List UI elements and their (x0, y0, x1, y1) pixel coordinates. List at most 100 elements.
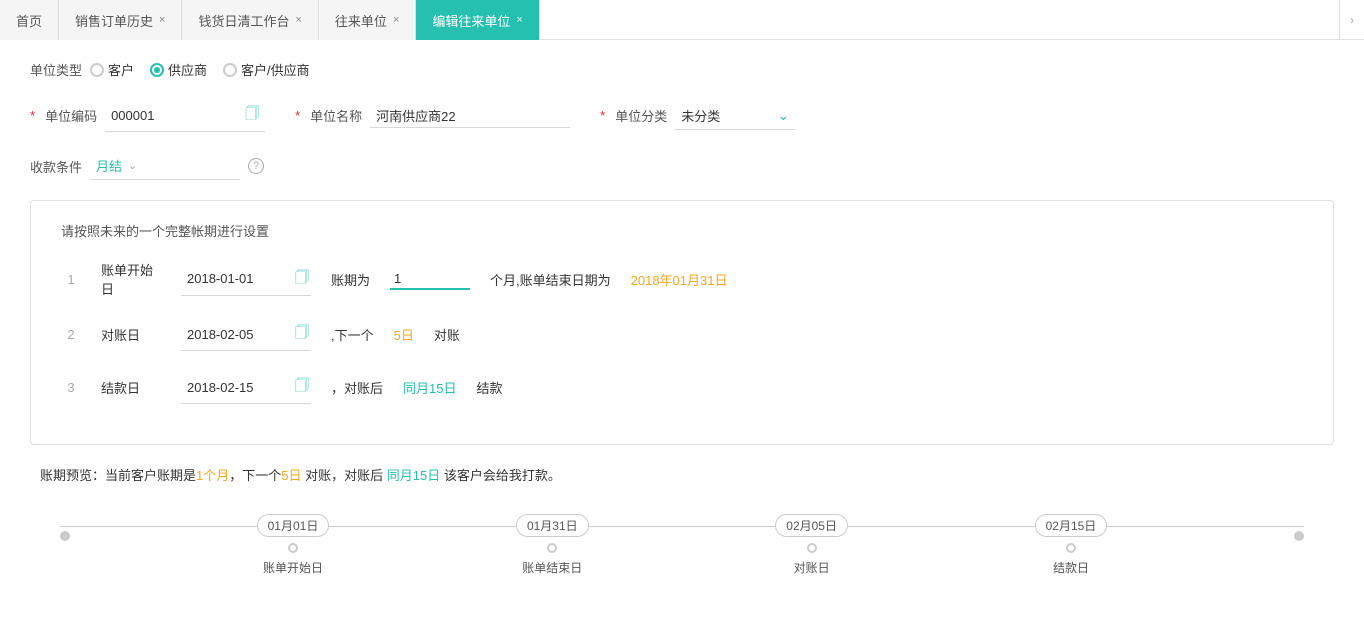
preview-orange2: 5日 (281, 468, 301, 483)
timeline-point-1: 01月01日 账单开始日 (257, 514, 330, 576)
period-num-1: 1 (61, 272, 81, 287)
unit-code-group: * 单位编码 🗍 (30, 99, 265, 132)
period-cal-icon-2[interactable]: 🗍 (295, 322, 309, 346)
tab-partner-label: 往来单位 (335, 11, 387, 30)
tab-partner[interactable]: 往来单位 × (319, 0, 416, 40)
unit-name-label: 单位名称 (310, 106, 362, 125)
unit-code-star: * (30, 108, 35, 123)
preview-comma1: ， (229, 468, 242, 483)
period-num-2: 2 (61, 327, 81, 342)
preview-label2: 下一个 (242, 468, 281, 483)
radio-customer[interactable]: 客户 (90, 60, 134, 79)
period-cal-icon-3[interactable]: 🗍 (295, 375, 309, 399)
radio-customer-supplier-circle (223, 63, 237, 77)
period-date-input-3[interactable] (187, 380, 287, 395)
period-date-1: 🗍 (181, 263, 311, 296)
period-row2-orange: 5日 (394, 325, 414, 344)
timeline-container: 01月01日 账单开始日 01月31日 账单结束日 02月05日 对账日 02月… (30, 504, 1334, 606)
payment-term-arrow: ⌄ (128, 159, 137, 172)
tab-sales-history[interactable]: 销售订单历史 × (59, 0, 182, 40)
tab-bar: 首页 销售订单历史 × 钱货日清工作台 × 往来单位 × 编辑往来单位 × › (0, 0, 1364, 40)
unit-class-dropdown[interactable]: 未分类 ⌄ (675, 102, 795, 130)
main-content: 单位类型 客户 供应商 客户/供应商 * 单位编码 (0, 40, 1364, 626)
radio-supplier-circle (150, 63, 164, 77)
period-row3-teal: 同月15日 (403, 378, 456, 397)
radio-customer-label: 客户 (108, 60, 134, 79)
unit-name-input[interactable] (370, 104, 570, 128)
period-date-3: 🗍 (181, 371, 311, 404)
unit-name-star: * (295, 108, 300, 123)
unit-class-label: 单位分类 (615, 106, 667, 125)
unit-code-icon[interactable]: 🗍 (245, 103, 259, 127)
tab-home[interactable]: 首页 (0, 0, 59, 40)
unit-code-input[interactable] (111, 108, 241, 123)
period-date-input-1[interactable] (187, 271, 287, 286)
period-title: 请按照未来的一个完整帐期进行设置 (61, 221, 1303, 240)
payment-term-label: 收款条件 (30, 157, 82, 176)
tab-edit-partner-label: 编辑往来单位 (432, 11, 510, 30)
payment-term-help[interactable]: ? (248, 158, 264, 174)
unit-class-group: * 单位分类 未分类 ⌄ (600, 102, 795, 130)
period-row-1: 1 账单开始日 🗍 账期为 个月,账单结束日期为 2018年01月31日 (61, 260, 1303, 298)
period-for-unit: 个月,账单结束日期为 (490, 270, 611, 289)
period-date-input-2[interactable] (187, 327, 287, 342)
radio-group: 客户 供应商 客户/供应商 (90, 60, 310, 79)
period-for-input[interactable] (390, 269, 470, 290)
period-row-3: 3 结款日 🗍 ，对账后 同月15日 结款 (61, 371, 1303, 404)
timeline-dot-1 (288, 543, 298, 553)
period-for-label: 账期为 (331, 270, 370, 289)
timeline-dot-2 (547, 543, 557, 553)
tab-partner-close[interactable]: × (393, 14, 399, 26)
radio-customer-supplier-label: 客户/供应商 (241, 60, 310, 79)
payment-term-dropdown[interactable]: 月结 ⌄ (90, 152, 240, 180)
preview-teal: 同月15日 (387, 468, 440, 483)
tab-cashflow-close[interactable]: × (295, 14, 301, 26)
tab-edit-partner-close[interactable]: × (516, 14, 522, 26)
timeline-dot-4 (1066, 543, 1076, 553)
preview-middle: 对账，对账后 (302, 468, 387, 483)
period-row-2: 2 对账日 🗍 ,下一个 5日 对账 (61, 318, 1303, 351)
timeline-dot-3 (807, 543, 817, 553)
unit-class-arrow: ⌄ (778, 107, 790, 124)
radio-supplier[interactable]: 供应商 (150, 60, 207, 79)
unit-info-row: * 单位编码 🗍 * 单位名称 * 单位分类 未分类 ⌄ (30, 99, 1334, 132)
tab-cashflow-label: 钱货日清工作台 (198, 11, 289, 30)
timeline-left-end (60, 514, 70, 541)
timeline-point-2: 01月31日 账单结束日 (516, 514, 589, 576)
radio-customer-circle (90, 63, 104, 77)
timeline-right-dot (1294, 531, 1304, 541)
period-label-1: 账单开始日 (101, 260, 161, 298)
timeline-left-dot (60, 531, 70, 541)
unit-type-label: 单位类型 (30, 60, 82, 79)
unit-code-input-wrapper: 🗍 (105, 99, 265, 132)
period-row3-suffix: 结款 (476, 378, 502, 397)
unit-class-star: * (600, 108, 605, 123)
unit-type-row: 单位类型 客户 供应商 客户/供应商 (30, 60, 1334, 79)
period-label-2: 对账日 (101, 325, 161, 344)
tab-sales-history-label: 销售订单历史 (75, 11, 153, 30)
timeline-date-2: 01月31日 (516, 514, 589, 537)
preview-text: 账期预览：当前客户账期是1个月，下一个5日 对账，对账后 同月15日 该客户会给… (30, 465, 1334, 484)
tab-edit-partner[interactable]: 编辑往来单位 × (416, 0, 539, 40)
payment-term-value: 月结 (96, 156, 122, 175)
unit-name-group: * 单位名称 (295, 104, 570, 128)
radio-supplier-label: 供应商 (168, 60, 207, 79)
preview-suffix: 该客户会给我打款。 (440, 468, 561, 483)
tab-arrow[interactable]: › (1339, 0, 1364, 39)
unit-code-label: 单位编码 (45, 106, 97, 125)
tab-cashflow[interactable]: 钱货日清工作台 × (182, 0, 318, 40)
tab-home-label: 首页 (16, 11, 42, 30)
timeline-point-3: 02月05日 对账日 (775, 514, 848, 576)
period-row3-prefix: ，对账后 (331, 378, 383, 397)
timeline-label-4: 结款日 (1053, 559, 1089, 576)
timeline-label-2: 账单结束日 (522, 559, 582, 576)
timeline-date-1: 01月01日 (257, 514, 330, 537)
radio-customer-supplier[interactable]: 客户/供应商 (223, 60, 310, 79)
timeline-date-4: 02月15日 (1035, 514, 1108, 537)
period-label-3: 结款日 (101, 378, 161, 397)
unit-type-group: 单位类型 客户 供应商 客户/供应商 (30, 60, 310, 79)
period-cal-icon-1[interactable]: 🗍 (295, 267, 309, 291)
timeline-label-1: 账单开始日 (263, 559, 323, 576)
preview-orange1: 1个月 (196, 468, 229, 483)
tab-sales-history-close[interactable]: × (159, 14, 165, 26)
